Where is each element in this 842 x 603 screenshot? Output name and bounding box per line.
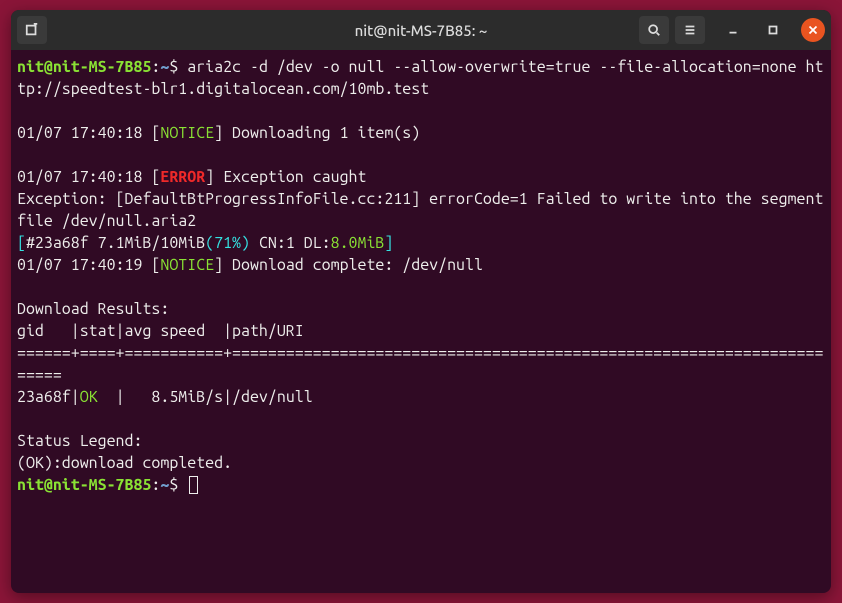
- error-msg: ] Exception caught: [205, 168, 366, 186]
- progress-cn: CN:1 DL:: [250, 234, 331, 252]
- prompt-userhost: nit@nit-MS-7B85: [17, 58, 151, 76]
- notice1-tag: NOTICE: [160, 124, 214, 142]
- progress-pct: (71%): [205, 234, 250, 252]
- notice2-tag: NOTICE: [160, 256, 214, 274]
- results-divider: ======+====+===========+================…: [17, 344, 823, 384]
- results-row-rest: | 8.5MiB/s|/dev/null: [98, 388, 313, 406]
- legend-text: (OK):download completed.: [17, 454, 232, 472]
- search-button[interactable]: [639, 16, 669, 44]
- minimize-button[interactable]: [721, 18, 745, 42]
- menu-button[interactable]: [675, 16, 705, 44]
- results-cols: gid |stat|avg speed |path/URI: [17, 322, 304, 340]
- results-row-stat: OK: [80, 388, 98, 406]
- titlebar: nit@nit-MS-7B85: ~: [11, 10, 831, 50]
- prompt2-dollar: $: [169, 476, 187, 494]
- notice1-ts: 01/07 17:40:18 [: [17, 124, 160, 142]
- notice2-ts: 01/07 17:40:19 [: [17, 256, 160, 274]
- progress-dl: 8.0MiB: [331, 234, 385, 252]
- results-row-gid: 23a68f|: [17, 388, 80, 406]
- maximize-button[interactable]: [761, 18, 785, 42]
- close-button[interactable]: [801, 18, 825, 42]
- prompt-dollar: $: [169, 58, 187, 76]
- notice1-msg: ] Downloading 1 item(s): [214, 124, 420, 142]
- terminal-body[interactable]: nit@nit-MS-7B85:~$ aria2c -d /dev -o nul…: [11, 50, 831, 593]
- prompt2-cwd: ~: [160, 476, 169, 494]
- notice2-msg: ] Download complete: /dev/null: [214, 256, 483, 274]
- results-header: Download Results:: [17, 300, 169, 318]
- new-tab-button[interactable]: [17, 16, 47, 44]
- error-tag: ERROR: [160, 168, 205, 186]
- cursor-icon: [189, 476, 198, 494]
- progress-main: #23a68f 7.1MiB/10MiB: [26, 234, 205, 252]
- legend-header: Status Legend:: [17, 432, 142, 450]
- progress-close: ]: [384, 234, 393, 252]
- prompt2-userhost: nit@nit-MS-7B85: [17, 476, 151, 494]
- progress-open: [: [17, 234, 26, 252]
- error-ts: 01/07 17:40:18 [: [17, 168, 160, 186]
- exception-text: Exception: [DefaultBtProgressInfoFile.cc…: [17, 190, 831, 230]
- terminal-window: nit@nit-MS-7B85: ~ nit@nit-MS-7B85:~$ ar…: [11, 10, 831, 593]
- prompt-cwd: ~: [160, 58, 169, 76]
